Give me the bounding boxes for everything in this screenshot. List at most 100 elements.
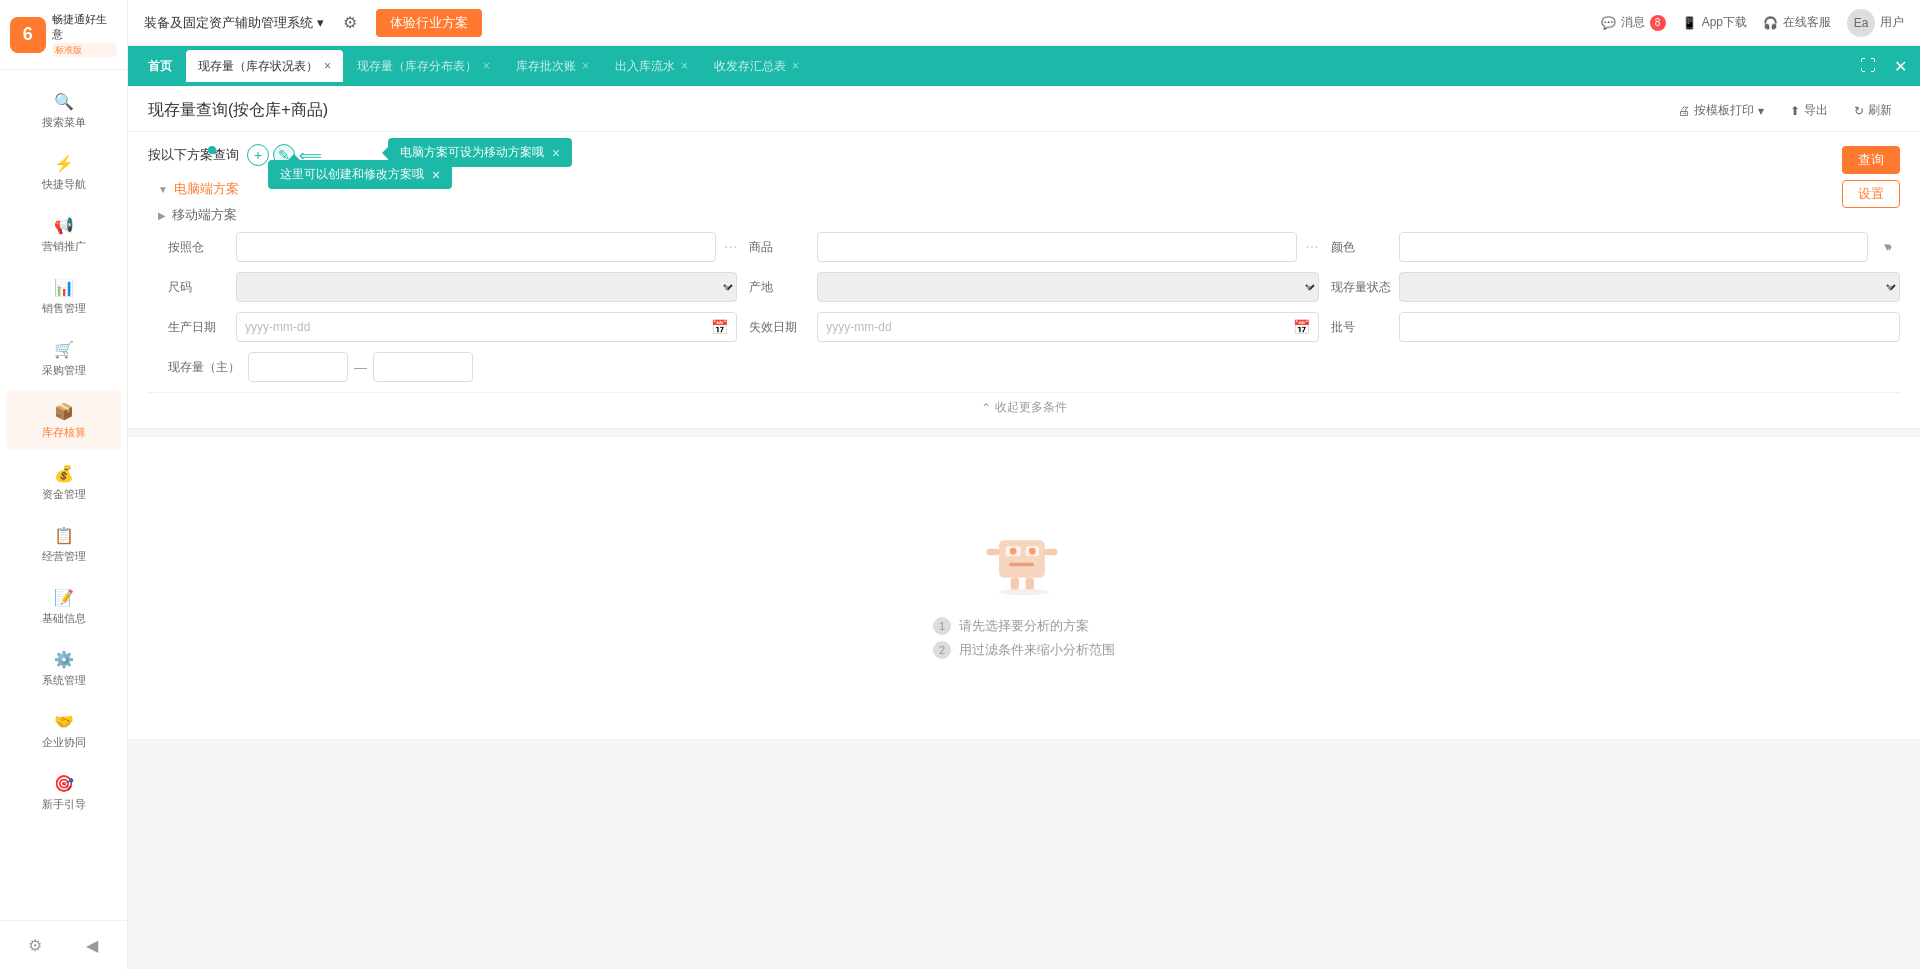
user-action[interactable]: Ea 用户 — [1847, 9, 1904, 37]
stock-status-select[interactable] — [1399, 272, 1900, 302]
tab-batch-account[interactable]: 库存批次账 × — [504, 50, 601, 82]
color-dropdown-icon[interactable]: ▾ — [1876, 232, 1900, 262]
tab-home[interactable]: 首页 — [136, 50, 184, 82]
export-action-btn[interactable]: ⬆ 导出 — [1782, 98, 1836, 123]
svg-rect-8 — [1011, 578, 1019, 590]
collapse-btn[interactable]: ⌃ 收起更多条件 — [981, 399, 1067, 416]
color-field: 颜色 ▾ — [1331, 232, 1900, 262]
sidebar-item-marketing[interactable]: 📢 营销推广 — [6, 204, 121, 264]
warehouse-input[interactable] — [236, 232, 716, 262]
qty-max-input[interactable] — [373, 352, 473, 382]
tab-inventory-status[interactable]: 现存量（库存状况表） × — [186, 50, 343, 82]
settings-btn[interactable]: 设置 — [1842, 180, 1900, 208]
svg-rect-5 — [1009, 563, 1034, 566]
sales-icon: 📊 — [53, 276, 75, 298]
system-title[interactable]: 装备及固定资产辅助管理系统 ▾ — [144, 14, 324, 32]
origin-select[interactable] — [817, 272, 1318, 302]
prod-date-calendar-icon[interactable]: 📅 — [711, 319, 728, 335]
settings-icon[interactable]: ⚙ — [336, 9, 364, 37]
qty-range: — — [248, 352, 473, 382]
warehouse-more-icon[interactable]: ··· — [724, 238, 737, 256]
app-download-action[interactable]: 📱 App下载 — [1682, 14, 1747, 31]
header-right: 💬 消息 8 📱 App下载 🎧 在线客服 Ea 用户 — [1601, 9, 1904, 37]
query-buttons: 查询 设置 — [1842, 146, 1900, 208]
sidebar-item-guide[interactable]: 🎯 新手引导 — [6, 762, 121, 822]
tab-close-inventory-status[interactable]: × — [324, 59, 331, 73]
empty-tip-2: 2 用过滤条件来缩小分析范围 — [933, 641, 1115, 659]
prod-date-input[interactable]: yyyy-mm-dd 📅 — [236, 312, 737, 342]
sidebar-item-sales[interactable]: 📊 销售管理 — [6, 266, 121, 326]
tip-num-1: 1 — [933, 617, 951, 635]
print-action-btn[interactable]: 🖨 按模板打印 ▾ — [1670, 98, 1772, 123]
qty-field: 现存量（主） — — [168, 352, 473, 382]
tab-close-inout-flow[interactable]: × — [681, 59, 688, 73]
purchase-icon: 🛒 — [53, 338, 75, 360]
tab-close-recv-summary[interactable]: × — [792, 59, 799, 73]
goods-input[interactable] — [817, 232, 1297, 262]
expire-date-label: 失效日期 — [749, 319, 809, 336]
sidebar-item-basic[interactable]: 📝 基础信息 — [6, 576, 121, 636]
edit-tooltip-close[interactable]: × — [432, 167, 440, 183]
sidebar: 6 畅捷通好生意 标准版 🔍 搜索菜单 ⚡ 快捷导航 📢 营销推广 📊 销售管理… — [0, 0, 128, 969]
dot-indicator — [208, 146, 216, 154]
top-header: 装备及固定资产辅助管理系统 ▾ ⚙ 体验行业方案 💬 消息 8 📱 App下载 … — [128, 0, 1920, 46]
settings-bottom-btn[interactable]: ⚙ — [21, 931, 49, 959]
empty-tip-1: 1 请先选择要分析的方案 — [933, 617, 1115, 635]
sidebar-item-quicknav[interactable]: ⚡ 快捷导航 — [6, 142, 121, 202]
finance-icon: 💰 — [53, 462, 75, 484]
sidebar-item-finance[interactable]: 💰 资金管理 — [6, 452, 121, 512]
tab-inventory-dist[interactable]: 现存量（库存分布表） × — [345, 50, 502, 82]
scheme-list: ▼ 电脑端方案 这里可以创建和修改方案哦 × ▶ 移动端方案 — [148, 176, 1900, 228]
add-scheme-btn[interactable]: + — [247, 144, 269, 166]
inventory-icon: 📦 — [53, 400, 75, 422]
size-select[interactable] — [236, 272, 737, 302]
industry-btn[interactable]: 体验行业方案 — [376, 9, 482, 37]
tip-num-2: 2 — [933, 641, 951, 659]
avatar: Ea — [1847, 9, 1875, 37]
batch-input[interactable] — [1399, 312, 1900, 342]
expire-date-calendar-icon[interactable]: 📅 — [1293, 319, 1310, 335]
sidebar-item-system[interactable]: ⚙️ 系统管理 — [6, 638, 121, 698]
empty-illustration — [974, 517, 1074, 597]
tab-close-inventory-dist[interactable]: × — [483, 59, 490, 73]
tab-inout-flow[interactable]: 出入库流水 × — [603, 50, 700, 82]
sidebar-item-inventory[interactable]: 📦 库存核算 — [6, 390, 121, 450]
goods-more-icon[interactable]: ··· — [1305, 238, 1318, 256]
tab-recv-summary[interactable]: 收发存汇总表 × — [702, 50, 811, 82]
online-service-action[interactable]: 🎧 在线客服 — [1763, 14, 1831, 31]
refresh-action-btn[interactable]: ↻ 刷新 — [1846, 98, 1900, 123]
message-action[interactable]: 💬 消息 8 — [1601, 14, 1666, 31]
logo-text: 畅捷通好生意 标准版 — [52, 12, 117, 57]
sidebar-item-operation[interactable]: 📋 经营管理 — [6, 514, 121, 574]
tab-fullscreen-btn[interactable]: ⛶ — [1856, 54, 1880, 78]
page-header: 现存量查询(按仓库+商品) 🖨 按模板打印 ▾ ⬆ 导出 ↻ 刷新 — [128, 86, 1920, 132]
collapse-sidebar-btn[interactable]: ◀ — [78, 931, 106, 959]
query-btn[interactable]: 查询 — [1842, 146, 1900, 174]
main-content: 装备及固定资产辅助管理系统 ▾ ⚙ 体验行业方案 💬 消息 8 📱 App下载 … — [128, 0, 1920, 969]
tab-close-all-btn[interactable]: ✕ — [1888, 54, 1912, 78]
filter-panel: 按以下方案查询 + ✎ ⟸ 电脑方案可设为移动方案哦 × ▼ 电脑端 — [128, 132, 1920, 429]
prod-date-label: 生产日期 — [168, 319, 228, 336]
expire-date-input[interactable]: yyyy-mm-dd 📅 — [817, 312, 1318, 342]
service-icon: 🎧 — [1763, 16, 1778, 30]
tab-close-batch-account[interactable]: × — [582, 59, 589, 73]
svg-rect-6 — [987, 549, 1000, 556]
guide-icon: 🎯 — [53, 772, 75, 794]
stock-status-field: 现存量状态 — [1331, 272, 1900, 302]
svg-point-4 — [1029, 548, 1036, 555]
sidebar-item-enterprise[interactable]: 🤝 企业协同 — [6, 700, 121, 760]
expire-date-field: 失效日期 yyyy-mm-dd 📅 — [749, 312, 1318, 342]
logo-icon: 6 — [10, 17, 46, 53]
filter-row-2: 尺码 产地 — [168, 272, 1900, 302]
sidebar-item-search[interactable]: 🔍 搜索菜单 — [6, 80, 121, 140]
color-input[interactable] — [1399, 232, 1868, 262]
qty-min-input[interactable] — [248, 352, 348, 382]
phone-icon: 📱 — [1682, 16, 1697, 30]
sidebar-item-purchase[interactable]: 🛒 采购管理 — [6, 328, 121, 388]
batch-field: 批号 — [1331, 312, 1900, 342]
tab-bar-right: ⛶ ✕ — [1856, 54, 1912, 78]
scheme-tooltip-close[interactable]: × — [552, 145, 560, 161]
size-field: 尺码 — [168, 272, 737, 302]
goods-label: 商品 — [749, 239, 809, 256]
scheme-item-mobile[interactable]: ▶ 移动端方案 — [158, 202, 1900, 228]
